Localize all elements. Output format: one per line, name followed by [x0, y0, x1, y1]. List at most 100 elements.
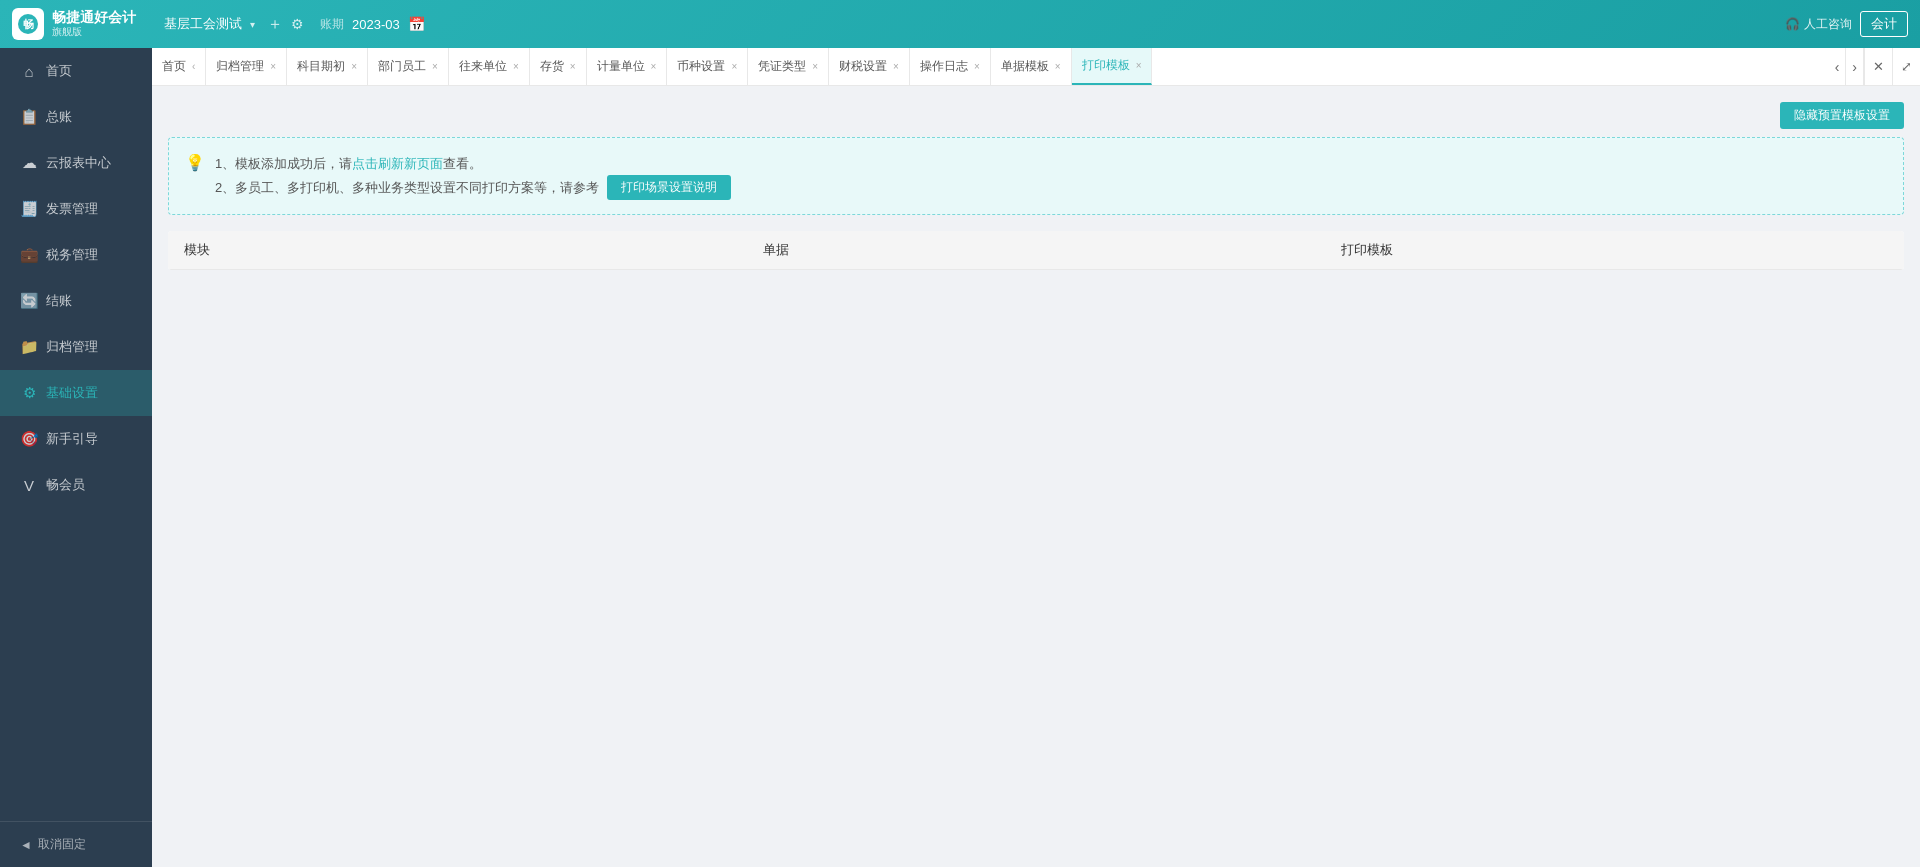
- period-label: 账期: [320, 16, 344, 33]
- page-content: 隐藏预置模板设置 💡 1、模板添加成功后，请点击刷新新页面查看。 2、多员工、多…: [152, 86, 1920, 867]
- print-setup-button[interactable]: 打印场景设置说明: [607, 175, 731, 200]
- tab-op_log[interactable]: 操作日志 ×: [910, 48, 991, 85]
- info-line-2: 2、多员工、多打印机、多种业务类型设置不同打印方案等，请参考 打印场景设置说明: [215, 175, 1887, 200]
- tab-actions: ‹ › ✕ ⤢: [1829, 48, 1920, 85]
- sidebar-item-reports[interactable]: ☁云报表中心: [0, 140, 152, 186]
- table-header-row: 模块单据打印模板: [168, 231, 1904, 270]
- sidebar-item-basic[interactable]: ⚙ 基础设置: [0, 370, 152, 416]
- tab-label-voucher_type: 凭证类型: [758, 58, 806, 75]
- support-button[interactable]: 🎧 人工咨询: [1785, 16, 1852, 33]
- tab-customers[interactable]: 往来单位 ×: [449, 48, 530, 85]
- top-bar-right: 🎧 人工咨询 会计: [1785, 11, 1908, 37]
- sidebar-label-member: 畅会员: [46, 476, 85, 494]
- tab-close-currency[interactable]: ×: [731, 62, 737, 72]
- company-dropdown-icon[interactable]: ▾: [250, 19, 255, 30]
- content-area: 首页‹归档管理×科目期初×部门员工×往来单位×存货×计量单位×币种设置×凭证类型…: [152, 48, 1920, 867]
- sidebar-icon-archive: 📁: [20, 338, 38, 356]
- calendar-icon[interactable]: 📅: [408, 16, 425, 32]
- bulb-icon: 💡: [185, 153, 205, 172]
- tab-nav-arrow-home[interactable]: ‹: [192, 62, 195, 72]
- period-value: 2023-03: [352, 17, 400, 32]
- sidebar-label-guide: 新手引导: [46, 430, 98, 448]
- table-col-1: 单据: [747, 231, 1326, 270]
- tab-voucher_type[interactable]: 凭证类型 ×: [748, 48, 829, 85]
- tab-label-subject_period: 科目期初: [297, 58, 345, 75]
- tab-label-print_template: 打印模板: [1082, 57, 1130, 74]
- sidebar: ⌂首页📋总账☁云报表中心🧾发票管理💼税务管理🔄结账 📁 归档管理 ⚙ 基础设置 🎯 新手引导…: [0, 48, 152, 867]
- tab-close-single_template[interactable]: ×: [1055, 62, 1061, 72]
- tab-unit[interactable]: 计量单位 ×: [587, 48, 668, 85]
- sidebar-item-ledger[interactable]: 📋总账: [0, 94, 152, 140]
- tab-close-customers[interactable]: ×: [513, 62, 519, 72]
- tab-close-voucher_type[interactable]: ×: [812, 62, 818, 72]
- info-line2-text: 2、多员工、多打印机、多种业务类型设置不同打印方案等，请参考: [215, 179, 599, 197]
- tab-currency[interactable]: 币种设置 ×: [667, 48, 748, 85]
- tab-label-customers: 往来单位: [459, 58, 507, 75]
- sidebar-item-home[interactable]: ⌂首页: [0, 48, 152, 94]
- sidebar-icon-basic: ⚙: [20, 384, 38, 402]
- sidebar-item-invoice[interactable]: 🧾发票管理: [0, 186, 152, 232]
- info-banner: 💡 1、模板添加成功后，请点击刷新新页面查看。 2、多员工、多打印机、多种业务类…: [168, 137, 1904, 215]
- refresh-link[interactable]: 点击刷新新页面: [352, 156, 443, 171]
- sidebar-icon-invoice: 🧾: [20, 200, 38, 218]
- tab-close-print_template[interactable]: ×: [1136, 61, 1142, 71]
- sidebar-item-member[interactable]: V 畅会员: [0, 462, 152, 508]
- tab-close-subject_period[interactable]: ×: [351, 62, 357, 72]
- kuaiji-button[interactable]: 会计: [1860, 11, 1908, 37]
- tab-close-tax_settings[interactable]: ×: [893, 62, 899, 72]
- add-tab-icon[interactable]: ＋: [267, 14, 283, 35]
- sidebar-icon-ledger: 📋: [20, 108, 38, 126]
- tab-single_template[interactable]: 单据模板 ×: [991, 48, 1072, 85]
- sidebar-item-guide[interactable]: 🎯 新手引导: [0, 416, 152, 462]
- table-col-0: 模块: [168, 231, 747, 270]
- tab-next-button[interactable]: ›: [1846, 48, 1864, 85]
- hide-preview-button[interactable]: 隐藏预置模板设置: [1780, 102, 1904, 129]
- info-line1-part1: 1、模板添加成功后，请: [215, 156, 352, 171]
- tab-prev-button[interactable]: ‹: [1829, 48, 1847, 85]
- tab-home[interactable]: 首页 ‹: [152, 48, 206, 85]
- tab-close-archive_mgmt[interactable]: ×: [270, 62, 276, 72]
- sidebar-icon-settle: 🔄: [20, 292, 38, 310]
- sidebar-unpin-button[interactable]: ◄ 取消固定: [0, 821, 152, 867]
- table-col-2: 打印模板: [1325, 231, 1904, 270]
- tab-expand-button[interactable]: ⤢: [1892, 48, 1920, 85]
- tab-label-tax_settings: 财税设置: [839, 58, 887, 75]
- sidebar-item-tax[interactable]: 💼税务管理: [0, 232, 152, 278]
- logo-subtitle: 旗舰版: [52, 25, 136, 39]
- sidebar-item-archive[interactable]: 📁 归档管理: [0, 324, 152, 370]
- tab-archive_mgmt[interactable]: 归档管理×: [206, 48, 287, 85]
- logo-area: 畅 畅捷通好会计 旗舰版: [12, 8, 164, 40]
- tab-inventory[interactable]: 存货 ×: [530, 48, 587, 85]
- sidebar-icon-tax: 💼: [20, 246, 38, 264]
- tab-close-op_log[interactable]: ×: [974, 62, 980, 72]
- tab-dept_staff[interactable]: 部门员工 ×: [368, 48, 449, 85]
- tab-label-currency: 币种设置: [677, 58, 725, 75]
- sidebar-icon-guide: 🎯: [20, 430, 38, 448]
- tab-label-inventory: 存货: [540, 58, 564, 75]
- tab-label-home: 首页: [162, 58, 186, 75]
- tab-close-all-button[interactable]: ✕: [1864, 48, 1892, 85]
- info-text-block: 1、模板添加成功后，请点击刷新新页面查看。 2、多员工、多打印机、多种业务类型设…: [215, 152, 1887, 200]
- company-name[interactable]: 基层工会测试: [164, 15, 242, 33]
- tab-print_template[interactable]: 打印模板 ×: [1072, 48, 1153, 85]
- sidebar-label-basic: 基础设置: [46, 384, 98, 402]
- tab-close-inventory[interactable]: ×: [570, 62, 576, 72]
- settings-icon[interactable]: ⚙: [291, 16, 304, 32]
- sidebar-label-archive: 归档管理: [46, 338, 98, 356]
- logo-title: 畅捷通好会计: [52, 9, 136, 26]
- sidebar-icon-member: V: [20, 477, 38, 494]
- print-template-table: 模块单据打印模板: [168, 231, 1904, 270]
- tab-label-unit: 计量单位: [597, 58, 645, 75]
- support-label: 人工咨询: [1804, 16, 1852, 33]
- tab-subject_period[interactable]: 科目期初 ×: [287, 48, 368, 85]
- unpin-label: 取消固定: [38, 836, 86, 853]
- tab-label-dept_staff: 部门员工: [378, 58, 426, 75]
- tab-close-unit[interactable]: ×: [651, 62, 657, 72]
- top-bar-middle: 基层工会测试 ▾ ＋ ⚙ 账期 2023-03 📅: [164, 14, 1785, 35]
- tab-close-dept_staff[interactable]: ×: [432, 62, 438, 72]
- tab-label-single_template: 单据模板: [1001, 58, 1049, 75]
- tab-tax_settings[interactable]: 财税设置 ×: [829, 48, 910, 85]
- sidebar-item-settle[interactable]: 🔄结账: [0, 278, 152, 324]
- tab-label-op_log: 操作日志: [920, 58, 968, 75]
- page-actions: 隐藏预置模板设置: [168, 102, 1904, 129]
